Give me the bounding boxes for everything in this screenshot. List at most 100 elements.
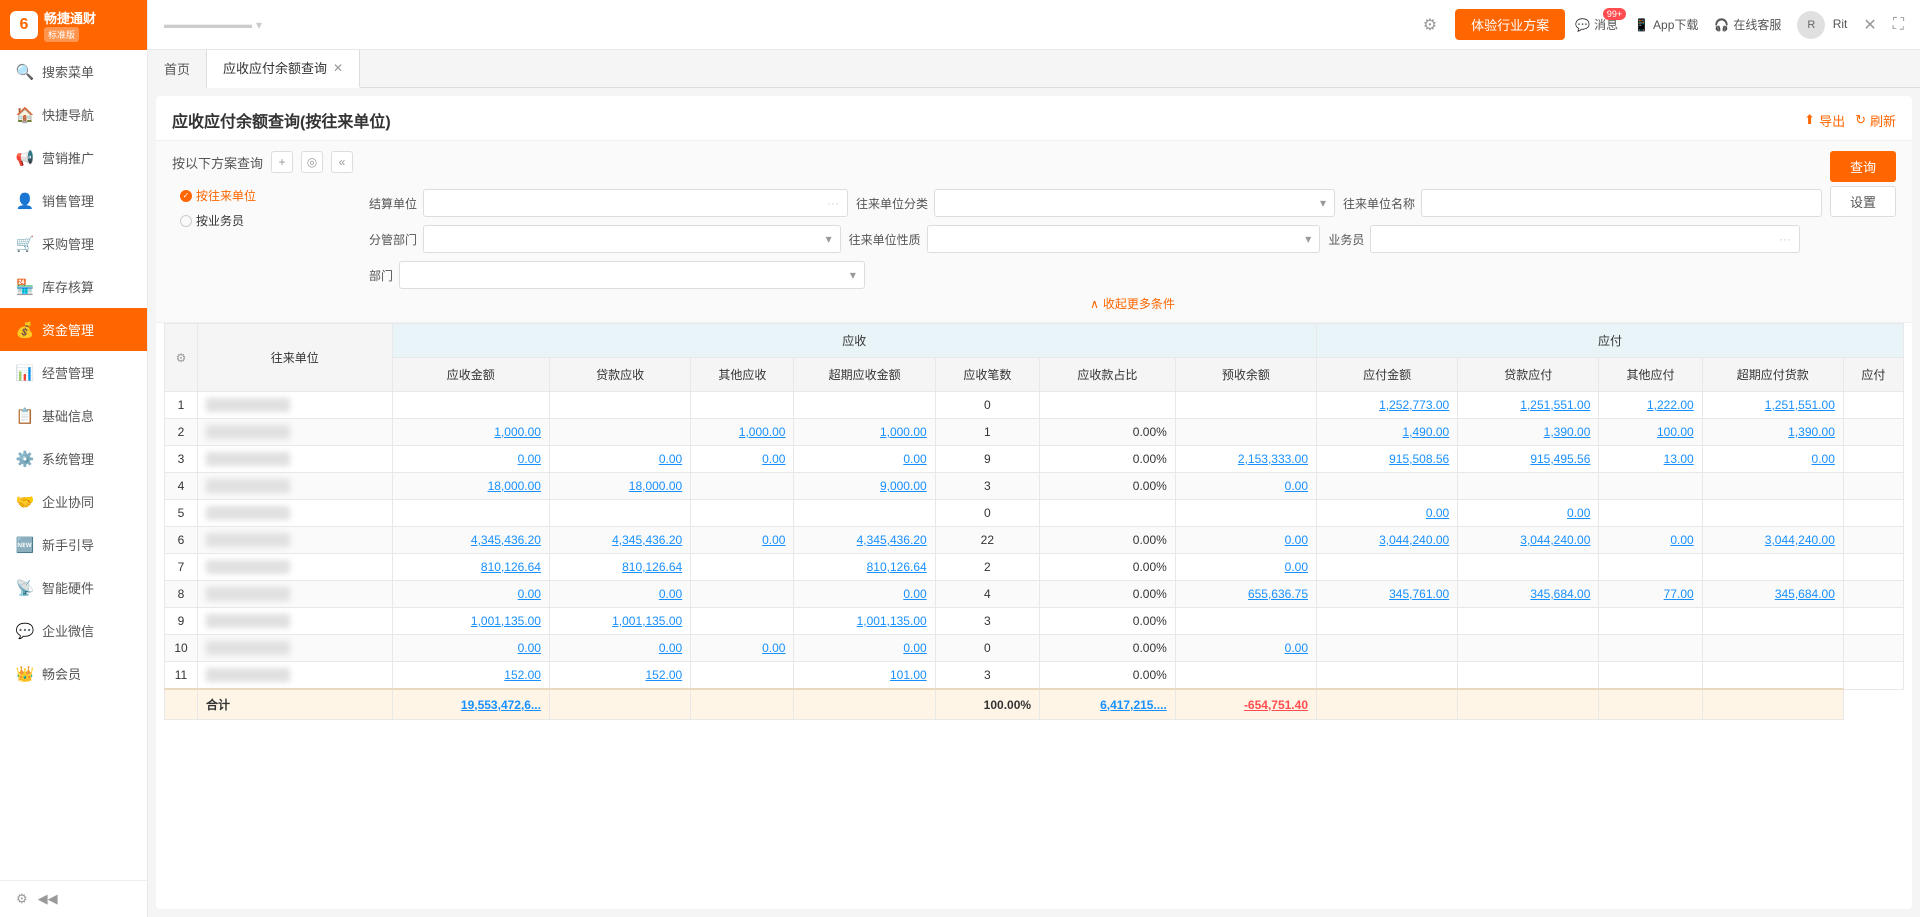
field-unit-type-input[interactable]: ▾ xyxy=(934,189,1335,217)
sidebar-item-guide[interactable]: 🆕 新手引导 xyxy=(0,523,147,566)
mobile-icon: 📱 xyxy=(1634,18,1649,32)
unit-name: ▬▬▬▬▬▬▬ xyxy=(198,527,393,554)
table-row: 7▬▬▬▬▬▬▬810,126.64810,126.64810,126.6420… xyxy=(165,554,1904,581)
refresh-button[interactable]: ↻ 刷新 xyxy=(1855,111,1896,130)
search-icon: 🔍 xyxy=(16,63,34,81)
sidebar-collapse-btn[interactable]: ◀◀ xyxy=(38,891,58,907)
filter-settings-btn[interactable]: ◎ xyxy=(301,151,323,173)
cooperation-icon: 🤝 xyxy=(16,493,34,511)
field-unit-name-input[interactable] xyxy=(1421,189,1822,217)
field-dept-input[interactable]: ▾ xyxy=(423,225,841,253)
col-ap-amount: 应付金额 xyxy=(1317,358,1458,392)
sidebar-item-system[interactable]: ⚙️ 系统管理 xyxy=(0,437,147,480)
unit-name: ▬▬▬▬▬▬▬ xyxy=(198,581,393,608)
tab-home[interactable]: 首页 xyxy=(148,50,207,88)
promo-button[interactable]: 体验行业方案 xyxy=(1455,9,1565,40)
top-header: ▬▬▬▬▬▬▬▬ ▾ ⚙ 体验行业方案 💬 消息 99+ 📱 App下载 🎧 在… xyxy=(148,0,1920,50)
table-header-group: ⚙ 往来单位 应收 应付 xyxy=(165,324,1904,358)
table-settings-icon[interactable]: ⚙ xyxy=(171,348,191,368)
total-ap[interactable]: -654,751.40 xyxy=(1175,689,1316,720)
sidebar-item-operation[interactable]: 📊 经营管理 xyxy=(0,351,147,394)
inventory-icon: 🏪 xyxy=(16,278,34,296)
page-header: 应收应付余额查询(按往来单位) ⬆ 导出 ↻ 刷新 xyxy=(156,96,1912,141)
sidebar-item-quicknav[interactable]: 🏠 快捷导航 xyxy=(0,93,147,136)
unit-name: ▬▬▬▬▬▬▬ xyxy=(198,554,393,581)
field-settlement-input[interactable]: ··· xyxy=(423,189,848,217)
table-row: 3▬▬▬▬▬▬▬0.000.000.000.0090.00%2,153,333.… xyxy=(165,446,1904,473)
sidebar-settings-btn[interactable]: ⚙ xyxy=(16,891,28,907)
unit-name: ▬▬▬▬▬▬▬ xyxy=(198,446,393,473)
filter-add-btn[interactable]: + xyxy=(271,151,293,173)
sidebar-item-purchase[interactable]: 🛒 采购管理 xyxy=(0,222,147,265)
sidebar-item-finance[interactable]: 💰 资金管理 xyxy=(0,308,147,351)
message-icon: 💬 xyxy=(1575,18,1590,32)
unit-name: ▬▬▬▬▬▬▬ xyxy=(198,662,393,690)
filter-row-1: 结算单位 ··· xyxy=(369,189,848,217)
export-button[interactable]: ⬆ 导出 xyxy=(1804,111,1845,130)
window-close-icon[interactable]: ✕ xyxy=(1863,15,1876,35)
tab-ar-ap[interactable]: 应收应付余额查询 ✕ xyxy=(207,50,360,88)
col-settings: ⚙ xyxy=(165,324,198,392)
table-row: 10▬▬▬▬▬▬▬0.000.000.000.0000.00%0.00 xyxy=(165,635,1904,662)
guide-icon: 🆕 xyxy=(16,536,34,554)
header-user-btn[interactable]: R Rit xyxy=(1797,11,1847,39)
sidebar-logo: 6 畅捷通财 标准版 xyxy=(0,0,147,50)
sidebar-item-sales[interactable]: 👤 销售管理 xyxy=(0,179,147,222)
field-salesman-input[interactable]: ··· xyxy=(1370,225,1800,253)
wechat-icon: 💬 xyxy=(16,622,34,640)
sidebar-item-wechat[interactable]: 💬 企业微信 xyxy=(0,609,147,652)
col-ap-overdue: 超期应付货款 xyxy=(1702,358,1843,392)
field-settlement-label: 结算单位 xyxy=(369,195,417,212)
tab-close-icon[interactable]: ✕ xyxy=(333,61,343,75)
setting-button[interactable]: 设置 xyxy=(1830,186,1896,217)
scheme-inactive-dot xyxy=(180,215,192,227)
sales-icon: 👤 xyxy=(16,192,34,210)
collapse-filter-btn[interactable]: ∧ 收起更多条件 xyxy=(369,295,1896,312)
col-ap-header: 应付 xyxy=(1317,324,1904,358)
data-table: ⚙ 往来单位 应收 应付 应收金额 贷款应收 其他应收 超期应收金额 应收笔数 … xyxy=(164,323,1904,720)
finance-icon: 💰 xyxy=(16,321,34,339)
filter-row-1b: 往来单位分类 ▾ xyxy=(856,189,1335,217)
header-msg-btn[interactable]: 💬 消息 99+ xyxy=(1575,16,1618,33)
table-subheader: 应收金额 贷款应收 其他应收 超期应收金额 应收笔数 应收款占比 预收余额 应付… xyxy=(165,358,1904,392)
sidebar-item-base[interactable]: 📋 基础信息 xyxy=(0,394,147,437)
scheme-active-dot: ✓ xyxy=(180,190,192,202)
total-prepay[interactable]: 6,417,215.... xyxy=(1040,689,1176,720)
sidebar-item-marketing[interactable]: 📢 营销推广 xyxy=(0,136,147,179)
marketing-icon: 📢 xyxy=(16,149,34,167)
sidebar-item-hardware[interactable]: 📡 智能硬件 xyxy=(0,566,147,609)
query-button[interactable]: 查询 xyxy=(1830,151,1896,182)
sidebar-item-cooperation[interactable]: 🤝 企业协同 xyxy=(0,480,147,523)
base-icon: 📋 xyxy=(16,407,34,425)
unit-name: ▬▬▬▬▬▬▬ xyxy=(198,635,393,662)
table-area: ⚙ 往来单位 应收 应付 应收金额 贷款应收 其他应收 超期应收金额 应收笔数 … xyxy=(156,323,1912,909)
member-icon: 👑 xyxy=(16,665,34,683)
tab-bar: 首页 应收应付余额查询 ✕ xyxy=(148,50,1920,88)
main-content: 应收应付余额查询(按往来单位) ⬆ 导出 ↻ 刷新 按以下方案查询 xyxy=(148,88,1920,917)
collapse-icon: ∧ xyxy=(1090,297,1099,311)
filter-header: 按以下方案查询 + ◎ « xyxy=(172,151,353,173)
sidebar-item-search[interactable]: 🔍 搜索菜单 xyxy=(0,50,147,93)
home-icon: 🏠 xyxy=(16,106,34,124)
header-gear-icon[interactable]: ⚙ xyxy=(1423,15,1437,35)
field-branch-dept-label: 部门 xyxy=(369,267,393,284)
filter-collapse-btn[interactable]: « xyxy=(331,151,353,173)
table-row: 1▬▬▬▬▬▬▬01,252,773.001,251,551.001,222.0… xyxy=(165,392,1904,419)
table-row: 9▬▬▬▬▬▬▬1,001,135.001,001,135.001,001,13… xyxy=(165,608,1904,635)
scheme-by-salesman[interactable]: 按业务员 xyxy=(172,208,353,233)
header-app-download-btn[interactable]: 📱 App下载 xyxy=(1634,16,1698,33)
total-ar[interactable]: 19,553,472,6... xyxy=(392,689,549,720)
col-ar-amount: 应收金额 xyxy=(392,358,549,392)
scheme-by-unit[interactable]: ✓ 按往来单位 xyxy=(172,183,353,208)
sidebar-item-inventory[interactable]: 🏪 库存核算 xyxy=(0,265,147,308)
unit-name: ▬▬▬▬▬▬▬ xyxy=(198,500,393,527)
sidebar-item-member[interactable]: 👑 畅会员 xyxy=(0,652,147,695)
field-unit-nature-input[interactable]: ▾ xyxy=(927,225,1321,253)
header-service-btn[interactable]: 🎧 在线客服 xyxy=(1714,16,1781,33)
field-branch-dept-input[interactable]: ▾ xyxy=(399,261,865,289)
header-right: 💬 消息 99+ 📱 App下载 🎧 在线客服 R Rit ✕ ⛶ xyxy=(1575,11,1904,39)
action-buttons: 查询 设置 xyxy=(1830,151,1896,217)
operation-icon: 📊 xyxy=(16,364,34,382)
field-unit-name-label: 往来单位名称 xyxy=(1343,195,1415,212)
window-maximize-icon[interactable]: ⛶ xyxy=(1893,16,1904,34)
